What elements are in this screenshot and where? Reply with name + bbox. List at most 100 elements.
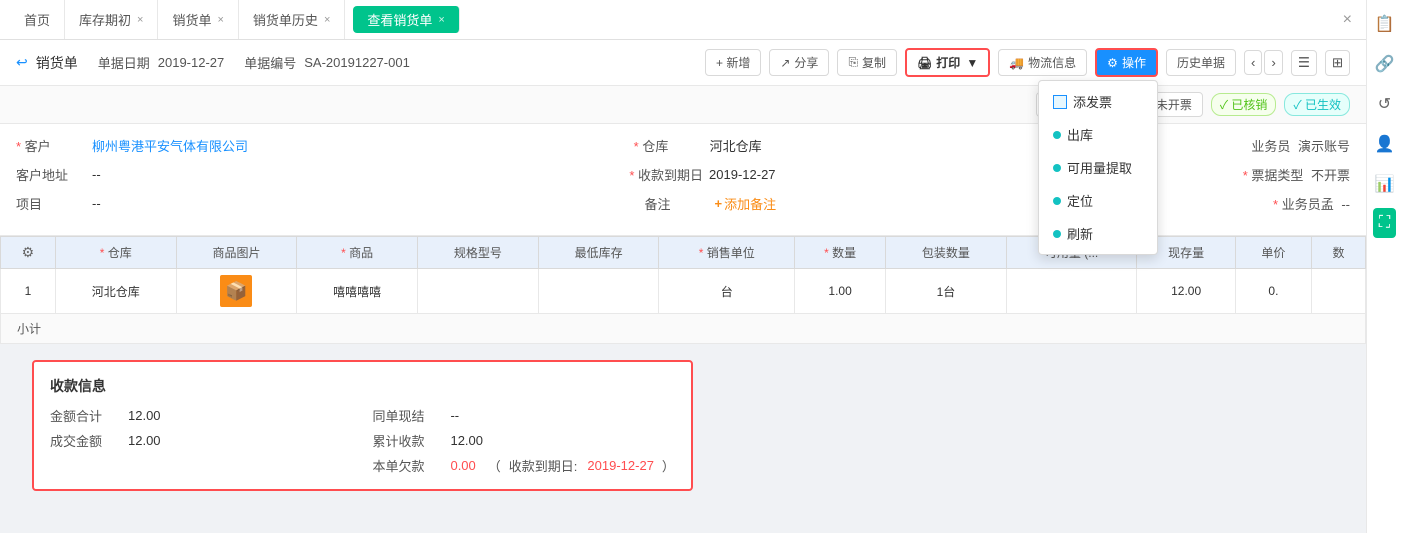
sidebar-icon-link[interactable]: 🔗 bbox=[1369, 48, 1401, 80]
doc-actions: + 新增 ↗ 分享 ⎘ 复制 🖨 打印 ▼ 🚚 bbox=[705, 48, 1350, 77]
logistics-button[interactable]: 🚚 物流信息 bbox=[998, 49, 1087, 76]
col-qty: * 数量 bbox=[795, 237, 886, 269]
doc-type-icon: ↩ bbox=[16, 54, 28, 71]
customer-value[interactable]: 柳州粤港平安气体有限公司 bbox=[86, 136, 254, 155]
cell-index: 1 bbox=[1, 269, 56, 314]
col-amount: 数 bbox=[1312, 237, 1366, 269]
copy-button[interactable]: ⎘ 复制 bbox=[837, 49, 897, 76]
generated-badge: ✓ 已生效 bbox=[1284, 93, 1350, 116]
window-close-button[interactable]: × bbox=[1339, 7, 1356, 32]
tab-close-inventory[interactable]: × bbox=[137, 14, 143, 26]
product-image: 📦 bbox=[220, 275, 252, 307]
doc-title: ↩ 销货单 bbox=[16, 53, 78, 73]
locate-icon bbox=[1053, 197, 1061, 205]
project-field: 项目 -- bbox=[16, 194, 645, 213]
dropdown-refresh[interactable]: 刷新 bbox=[1039, 217, 1157, 250]
cell-unit: 台 bbox=[659, 269, 795, 314]
cell-current-stock: 12.00 bbox=[1137, 269, 1235, 314]
payment-total-value: 12.00 bbox=[128, 408, 161, 423]
project-label: 项目 bbox=[16, 194, 86, 213]
cumulative-label: 累计收款 bbox=[372, 431, 442, 450]
subtotal-label: 小计 bbox=[1, 314, 1366, 344]
sidebar-icon-expand[interactable]: ⛶ bbox=[1373, 208, 1396, 238]
print-button[interactable]: 🖨 打印 ▼ bbox=[905, 48, 990, 77]
sidebar-icon-doc[interactable]: 📋 bbox=[1369, 8, 1401, 40]
cell-product: 嘻嘻嘻嘻 bbox=[297, 269, 418, 314]
print-icon: 🖨 bbox=[917, 56, 932, 70]
transaction-value: 12.00 bbox=[128, 433, 161, 448]
cell-qty: 1.00 bbox=[795, 269, 886, 314]
tab-close-view[interactable]: × bbox=[438, 14, 444, 26]
add-note-button[interactable]: 添加备注 bbox=[715, 194, 777, 213]
ticket-value: 不开票 bbox=[1311, 168, 1350, 183]
dropdown-outbound[interactable]: 出库 bbox=[1039, 118, 1157, 151]
tab-bar: 首页 库存期初 × 销货单 × 销货单历史 × 查看销货单 × × bbox=[0, 0, 1366, 40]
tab-close-sales[interactable]: × bbox=[217, 14, 223, 26]
payment-same-settlement-row: 同单现结 -- bbox=[372, 406, 674, 425]
staff-label: 业务员 bbox=[1251, 139, 1290, 154]
tab-inventory[interactable]: 库存期初 × bbox=[65, 0, 158, 39]
staff-value: 演示账号 bbox=[1298, 139, 1350, 154]
cell-price: 0. bbox=[1235, 269, 1311, 314]
tab-view-sales[interactable]: 查看销货单 × bbox=[353, 6, 459, 33]
copy-icon: ⎘ bbox=[848, 55, 858, 70]
staff2-field: 业务员孟 -- bbox=[1273, 194, 1350, 213]
payment-title: 收款信息 bbox=[50, 376, 675, 396]
table-header-row: ⚙ * 仓库 商品图片 * 商品 规格型号 最低库存 * 销售单位 * 数量 包… bbox=[1, 237, 1366, 269]
dropdown-add-invoice[interactable]: 添发票 bbox=[1039, 85, 1157, 118]
refresh-icon bbox=[1053, 230, 1061, 238]
col-price: 单价 bbox=[1235, 237, 1311, 269]
doc-number-field: 单据编号 SA-20191227-001 bbox=[244, 53, 410, 72]
history-button[interactable]: 历史单据 bbox=[1166, 49, 1236, 76]
tab-bar-right: × bbox=[1339, 11, 1356, 29]
staff-field: 业务员 演示账号 bbox=[1251, 136, 1350, 155]
nav-next[interactable]: › bbox=[1264, 50, 1282, 75]
this-owe-label: 本单欠款 bbox=[372, 456, 442, 475]
ticket-field: 票据类型 不开票 bbox=[1243, 165, 1350, 184]
tab-sales-history[interactable]: 销货单历史 × bbox=[239, 0, 345, 39]
tab-home[interactable]: 首页 bbox=[10, 0, 65, 39]
cell-min-stock bbox=[538, 269, 659, 314]
col-spec: 规格型号 bbox=[418, 237, 539, 269]
doc-header: ↩ 销货单 单据日期 2019-12-27 单据编号 SA-20191227-0… bbox=[0, 40, 1366, 86]
col-image: 商品图片 bbox=[176, 237, 297, 269]
dropdown-locate[interactable]: 定位 bbox=[1039, 184, 1157, 217]
cell-warehouse: 河北仓库 bbox=[55, 269, 176, 314]
doc-date-field: 单据日期 2019-12-27 bbox=[98, 53, 225, 72]
print-dropdown-container: 🖨 打印 ▼ bbox=[905, 48, 990, 77]
tab-close-history[interactable]: × bbox=[324, 14, 330, 26]
outbound-icon bbox=[1053, 131, 1061, 139]
dropdown-available-qty[interactable]: 可用量提取 bbox=[1039, 151, 1157, 184]
address-label: 客户地址 bbox=[16, 165, 86, 184]
product-table: ⚙ * 仓库 商品图片 * 商品 规格型号 最低库存 * 销售单位 * 数量 包… bbox=[0, 236, 1366, 344]
col-warehouse: * 仓库 bbox=[55, 237, 176, 269]
doc-type-label: 销货单 bbox=[36, 53, 78, 73]
same-settlement-label: 同单现结 bbox=[372, 406, 442, 425]
nav-prev[interactable]: ‹ bbox=[1244, 50, 1262, 75]
share-icon: ↗ bbox=[780, 56, 790, 70]
cell-available bbox=[1006, 269, 1137, 314]
ticket-label: 票据类型 bbox=[1243, 168, 1304, 183]
share-button[interactable]: ↗ 分享 bbox=[769, 49, 829, 76]
operate-button[interactable]: ⚙ 操作 bbox=[1095, 48, 1158, 77]
col-gear[interactable]: ⚙ bbox=[1, 237, 56, 269]
address-field: 客户地址 -- bbox=[16, 165, 629, 184]
new-button[interactable]: + 新增 bbox=[705, 49, 761, 76]
payment-cumulative-row: 累计收款 12.00 bbox=[372, 431, 674, 450]
logistics-icon: 🚚 bbox=[1009, 56, 1024, 70]
warehouse-field: 仓库 河北仓库 bbox=[634, 136, 1252, 155]
sidebar-icon-refresh[interactable]: ↺ bbox=[1372, 88, 1397, 120]
right-sidebar: 📋 🔗 ↺ 👤 📊 ⛶ bbox=[1366, 0, 1402, 533]
grid-view-button[interactable]: ⊞ bbox=[1325, 50, 1350, 76]
payment-total-row: 金额合计 12.00 bbox=[50, 406, 352, 425]
sidebar-icon-chart[interactable]: 📊 bbox=[1369, 168, 1401, 200]
payment-total-label: 金额合计 bbox=[50, 406, 120, 425]
sidebar-icon-user[interactable]: 👤 bbox=[1369, 128, 1401, 160]
payment-section: 收款信息 金额合计 12.00 同单现结 -- 成交金额 12.00 bbox=[32, 360, 693, 491]
add-invoice-icon bbox=[1053, 95, 1067, 109]
col-min-stock: 最低库存 bbox=[538, 237, 659, 269]
col-product: * 商品 bbox=[297, 237, 418, 269]
tab-sales[interactable]: 销货单 × bbox=[158, 0, 238, 39]
doc-meta: 单据日期 2019-12-27 单据编号 SA-20191227-001 bbox=[98, 53, 410, 72]
list-view-button[interactable]: ☰ bbox=[1291, 50, 1317, 76]
